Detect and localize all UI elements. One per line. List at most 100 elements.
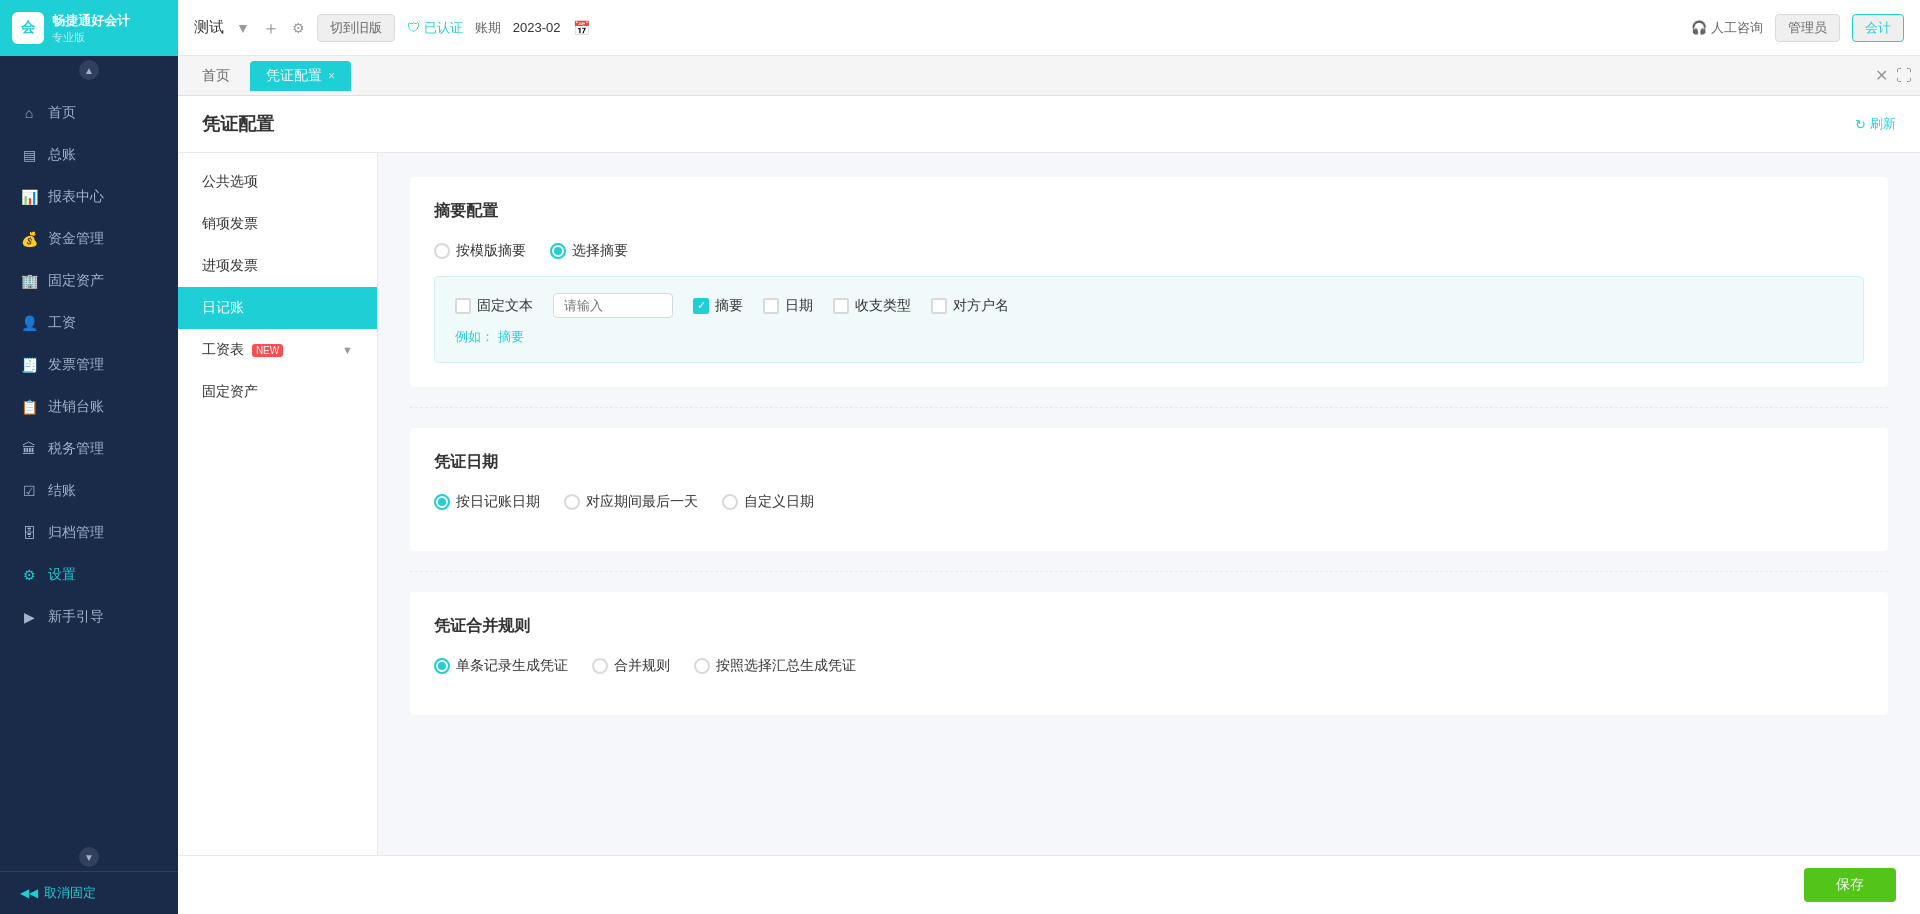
example-text: 例如： 摘要 <box>455 328 1843 346</box>
calendar-icon[interactable]: 📅 <box>573 20 590 36</box>
journal-date-radio-circle <box>434 494 450 510</box>
tab-voucher-config[interactable]: 凭证配置 × <box>250 61 351 91</box>
single-record-radio-circle <box>434 658 450 674</box>
summary-config-title: 摘要配置 <box>434 201 1864 222</box>
invoice-icon: 🧾 <box>20 356 38 374</box>
checkbox-summary[interactable]: ✓ 摘要 <box>693 297 743 315</box>
page-title: 凭证配置 <box>202 112 274 136</box>
radio-select-circle <box>550 243 566 259</box>
radio-journal-date[interactable]: 按日记账日期 <box>434 493 540 511</box>
voucher-date-radio-group: 按日记账日期 对应期间最后一天 自定义日期 <box>434 493 1864 511</box>
sidebar-logo: 会 畅捷通好会计 专业版 <box>0 0 178 56</box>
tab-bar: 首页 凭证配置 × ✕ ⛶ <box>178 56 1920 96</box>
left-nav-payroll[interactable]: 工资表 NEW ▼ <box>178 329 377 371</box>
tab-close-button[interactable]: ✕ <box>1875 66 1888 85</box>
tab-home[interactable]: 首页 <box>186 61 246 91</box>
sidebar-item-ledger[interactable]: ▤ 总账 <box>0 134 178 176</box>
save-button[interactable]: 保存 <box>1804 868 1896 902</box>
report-icon: 📊 <box>20 188 38 206</box>
guide-icon: ▶ <box>20 608 38 626</box>
left-nav-fixed-assets[interactable]: 固定资产 <box>178 371 377 413</box>
sidebar-nav: ⌂ 首页 ▤ 总账 📊 报表中心 💰 资金管理 🏢 固定资产 👤 工资 <box>0 84 178 843</box>
radio-template-circle <box>434 243 450 259</box>
period-label: 账期 <box>475 19 501 37</box>
sidebar-item-guide[interactable]: ▶ 新手引导 <box>0 596 178 638</box>
tab-close-icon[interactable]: × <box>328 69 335 83</box>
sidebar-item-settings[interactable]: ⚙ 设置 <box>0 554 178 596</box>
tab-right-actions: ✕ ⛶ <box>1875 66 1912 85</box>
radio-select-summary[interactable]: 选择摘要 <box>550 242 628 260</box>
settings-header-icon[interactable]: ⚙ <box>292 20 305 36</box>
fixed-text-input[interactable] <box>553 293 673 318</box>
sidebar-item-asset[interactable]: 🏢 固定资产 <box>0 260 178 302</box>
fund-icon: 💰 <box>20 230 38 248</box>
company-name: 测试 <box>194 18 224 37</box>
switch-old-version-button[interactable]: 切到旧版 <box>317 14 395 42</box>
left-nav-public[interactable]: 公共选项 <box>178 161 377 203</box>
checkbox-counterpart[interactable]: 对方户名 <box>931 297 1009 315</box>
sidebar-item-tax[interactable]: 🏛 税务管理 <box>0 428 178 470</box>
company-chevron-icon[interactable]: ▼ <box>236 20 250 36</box>
sidebar-item-archive[interactable]: 🗄 归档管理 <box>0 512 178 554</box>
sidebar-footer-unpin[interactable]: ◀◀ 取消固定 <box>0 871 178 914</box>
right-content: 摘要配置 按模版摘要 选择摘要 <box>378 153 1920 855</box>
admin-button[interactable]: 管理员 <box>1775 14 1840 42</box>
left-nav-sales-invoice[interactable]: 销项发票 <box>178 203 377 245</box>
salary-icon: 👤 <box>20 314 38 332</box>
left-nav-journal[interactable]: 日记账 <box>178 287 377 329</box>
summary-config-box: 固定文本 ✓ 摘要 日期 <box>434 276 1864 363</box>
radio-merge-rule[interactable]: 合并规则 <box>592 657 670 675</box>
checkbox-date[interactable]: 日期 <box>763 297 813 315</box>
radio-template-summary[interactable]: 按模版摘要 <box>434 242 526 260</box>
summary-config-section: 摘要配置 按模版摘要 选择摘要 <box>410 177 1888 387</box>
payment-type-checkbox <box>833 298 849 314</box>
custom-date-radio-circle <box>722 494 738 510</box>
sidebar-item-invoice[interactable]: 🧾 发票管理 <box>0 344 178 386</box>
fixed-text-checkbox <box>455 298 471 314</box>
date-checkbox <box>763 298 779 314</box>
top-header: 测试 ▼ ＋ ⚙ 切到旧版 🛡 已认证 账期 2023-02 📅 🎧 人工咨询 … <box>178 0 1920 56</box>
asset-icon: 🏢 <box>20 272 38 290</box>
summary-radio-group: 按模版摘要 选择摘要 <box>434 242 1864 260</box>
tab-expand-button[interactable]: ⛶ <box>1896 67 1912 85</box>
tax-icon: 🏛 <box>20 440 38 458</box>
certified-badge: 🛡 已认证 <box>407 19 463 37</box>
sidebar-item-fund[interactable]: 💰 资金管理 <box>0 218 178 260</box>
role-button[interactable]: 会计 <box>1852 14 1904 42</box>
radio-select-merge[interactable]: 按照选择汇总生成凭证 <box>694 657 856 675</box>
payroll-chevron-icon: ▼ <box>342 344 353 356</box>
merge-rule-radio-circle <box>592 658 608 674</box>
logo-icon: 会 <box>12 12 44 44</box>
new-badge: NEW <box>252 344 283 357</box>
close-account-icon: ☑ <box>20 482 38 500</box>
voucher-merge-section: 凭证合并规则 单条记录生成凭证 合并规则 <box>410 592 1888 715</box>
trade-icon: 📋 <box>20 398 38 416</box>
archive-icon: 🗄 <box>20 524 38 542</box>
left-nav-purchase-invoice[interactable]: 进项发票 <box>178 245 377 287</box>
add-company-icon[interactable]: ＋ <box>262 16 280 40</box>
sidebar-scroll-up[interactable]: ▲ <box>79 60 99 80</box>
sidebar-item-salary[interactable]: 👤 工资 <box>0 302 178 344</box>
refresh-button[interactable]: ↻ 刷新 <box>1855 115 1896 133</box>
left-nav: 公共选项 销项发票 进项发票 日记账 工资表 NEW <box>178 153 378 855</box>
content-area: 凭证配置 ↻ 刷新 公共选项 销项发票 进项发票 <box>178 96 1920 914</box>
content-body: 公共选项 销项发票 进项发票 日记账 工资表 NEW <box>178 153 1920 855</box>
sidebar-item-trade[interactable]: 📋 进销台账 <box>0 386 178 428</box>
sidebar-item-close-account[interactable]: ☑ 结账 <box>0 470 178 512</box>
main-area: 测试 ▼ ＋ ⚙ 切到旧版 🛡 已认证 账期 2023-02 📅 🎧 人工咨询 … <box>178 0 1920 914</box>
sidebar-scroll-down[interactable]: ▼ <box>79 847 99 867</box>
content-header: 凭证配置 ↻ 刷新 <box>178 96 1920 153</box>
counterpart-checkbox <box>931 298 947 314</box>
checkbox-fixed-text[interactable]: 固定文本 <box>455 297 533 315</box>
voucher-date-section: 凭证日期 按日记账日期 对应期间最后一天 <box>410 428 1888 551</box>
sidebar-item-report[interactable]: 📊 报表中心 <box>0 176 178 218</box>
period-last-radio-circle <box>564 494 580 510</box>
radio-custom-date[interactable]: 自定义日期 <box>722 493 814 511</box>
radio-single-record[interactable]: 单条记录生成凭证 <box>434 657 568 675</box>
logo-text: 畅捷通好会计 专业版 <box>52 12 130 45</box>
sidebar-item-home[interactable]: ⌂ 首页 <box>0 92 178 134</box>
radio-period-last[interactable]: 对应期间最后一天 <box>564 493 698 511</box>
checkbox-payment-type[interactable]: 收支类型 <box>833 297 911 315</box>
shield-icon: 🛡 <box>407 20 420 35</box>
support-button[interactable]: 🎧 人工咨询 <box>1691 19 1763 37</box>
